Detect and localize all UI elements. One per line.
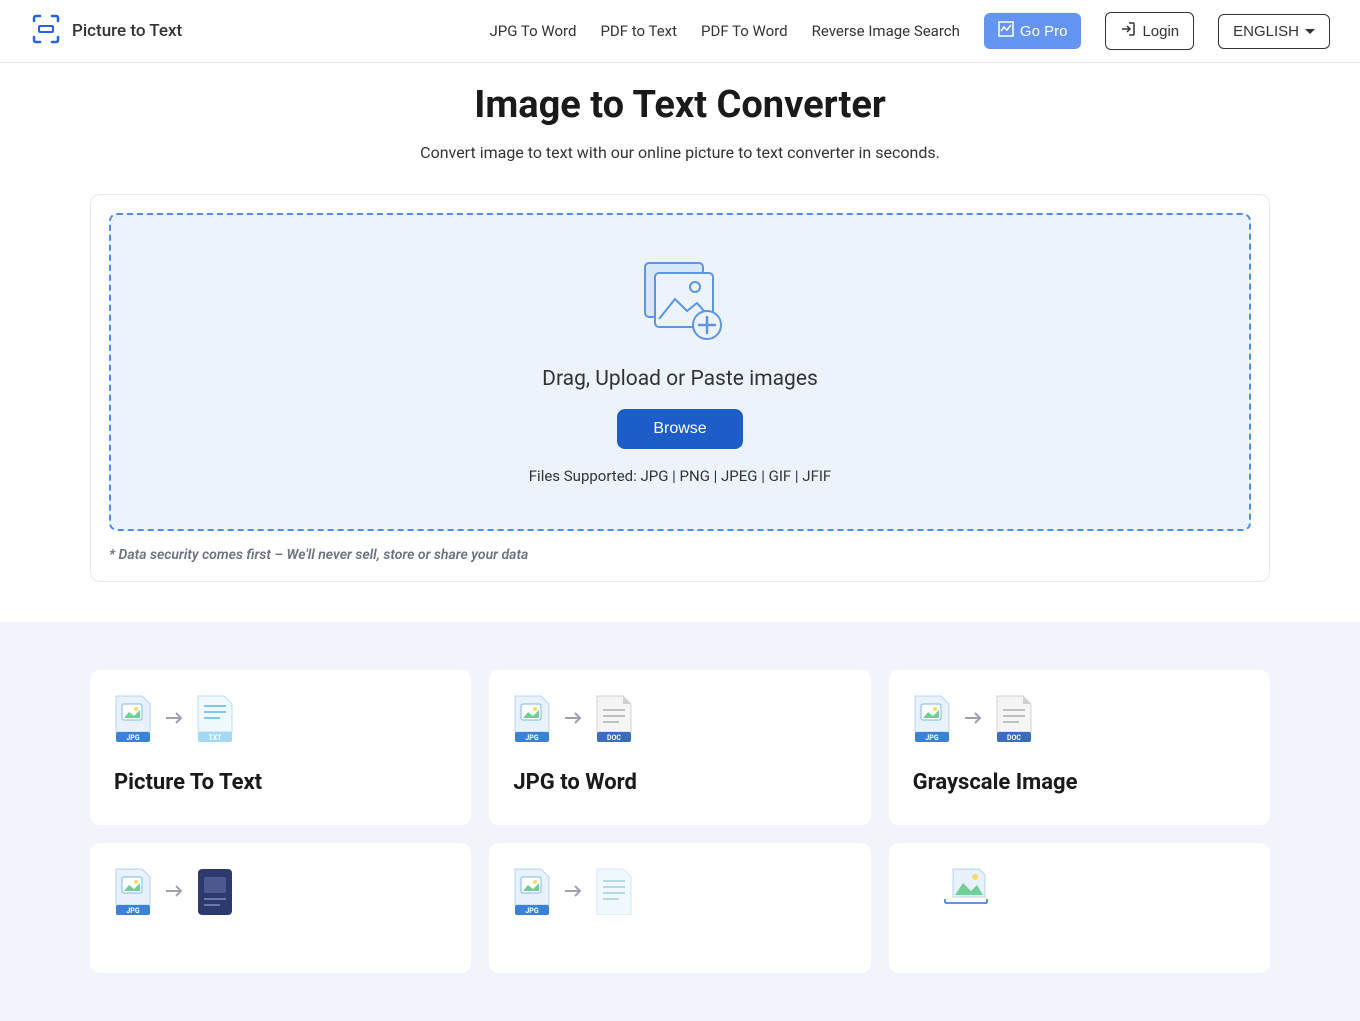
image-scene-icon bbox=[943, 867, 989, 913]
jpg-file-icon: JPG bbox=[513, 694, 551, 746]
tool-card-grayscale-image[interactable]: JPG DOC bbox=[889, 670, 1270, 825]
nav-right: JPG To Word PDF to Text PDF To Word Reve… bbox=[490, 12, 1331, 50]
svg-text:JPG: JPG bbox=[526, 734, 539, 742]
jpg-file-icon: JPG bbox=[114, 867, 152, 919]
arrow-right-icon bbox=[563, 710, 583, 730]
tool-title: JPG to Word bbox=[513, 770, 846, 795]
arrow-right-icon bbox=[563, 883, 583, 903]
svg-text:DOC: DOC bbox=[1007, 734, 1021, 742]
svg-text:TXT: TXT bbox=[208, 734, 222, 742]
svg-text:JPG: JPG bbox=[526, 907, 539, 915]
chart-icon bbox=[998, 21, 1014, 41]
tool-card-5[interactable]: JPG bbox=[489, 843, 870, 973]
header: Picture to Text JPG To Word PDF to Text … bbox=[0, 0, 1360, 63]
arrow-right-icon bbox=[963, 710, 983, 730]
nav-link-reverse-image-search[interactable]: Reverse Image Search bbox=[812, 22, 960, 40]
logo-text: Picture to Text bbox=[72, 21, 182, 41]
tool-title: Picture To Text bbox=[114, 770, 447, 795]
logo[interactable]: Picture to Text bbox=[30, 13, 182, 49]
doc-file-icon: DOC bbox=[995, 694, 1033, 746]
security-note: * Data security comes first – We'll neve… bbox=[109, 547, 1251, 563]
page-subtitle: Convert image to text with our online pi… bbox=[90, 143, 1270, 162]
tool-card-4[interactable]: JPG bbox=[90, 843, 471, 973]
tool-card-jpg-to-word[interactable]: JPG DOC bbox=[489, 670, 870, 825]
tool-icon-row bbox=[913, 867, 1246, 913]
upload-image-icon bbox=[131, 259, 1229, 347]
txt-file-icon: TXT bbox=[196, 694, 234, 746]
language-button[interactable]: ENGLISH bbox=[1218, 14, 1330, 49]
arrow-right-icon bbox=[164, 710, 184, 730]
svg-text:JPG: JPG bbox=[925, 734, 938, 742]
chevron-down-icon bbox=[1305, 29, 1315, 34]
dropzone-title: Drag, Upload or Paste images bbox=[131, 367, 1229, 391]
tool-icon-row: JPG TXT bbox=[114, 694, 447, 746]
svg-text:DOC: DOC bbox=[607, 734, 621, 742]
go-pro-button[interactable]: Go Pro bbox=[984, 13, 1082, 49]
tool-icon-row: JPG bbox=[114, 867, 447, 919]
login-icon bbox=[1120, 21, 1136, 41]
dropzone[interactable]: Drag, Upload or Paste images Browse File… bbox=[109, 213, 1251, 531]
nav-link-pdf-to-word[interactable]: PDF To Word bbox=[701, 22, 788, 40]
jpg-file-icon: JPG bbox=[114, 694, 152, 746]
tool-card-6[interactable] bbox=[889, 843, 1270, 973]
logo-icon bbox=[30, 13, 62, 49]
svg-text:JPG: JPG bbox=[126, 734, 139, 742]
tool-icon-row: JPG bbox=[513, 867, 846, 919]
supported-formats: Files Supported: JPG | PNG | JPEG | GIF … bbox=[131, 467, 1229, 485]
tool-icon-row: JPG DOC bbox=[513, 694, 846, 746]
tool-card-picture-to-text[interactable]: JPG TXT Picture To Te bbox=[90, 670, 471, 825]
inverted-file-icon bbox=[196, 867, 234, 919]
arrow-right-icon bbox=[164, 883, 184, 903]
upload-card: Drag, Upload or Paste images Browse File… bbox=[90, 194, 1270, 582]
text-file-icon bbox=[595, 867, 633, 919]
nav-link-pdf-to-text[interactable]: PDF to Text bbox=[600, 22, 677, 40]
tools-grid: JPG TXT Picture To Te bbox=[90, 670, 1270, 973]
page-title: Image to Text Converter bbox=[90, 83, 1270, 127]
browse-button[interactable]: Browse bbox=[617, 409, 742, 449]
login-button[interactable]: Login bbox=[1105, 12, 1194, 50]
main-content: Image to Text Converter Convert image to… bbox=[0, 63, 1360, 622]
svg-text:JPG: JPG bbox=[126, 907, 139, 915]
nav-link-jpg-to-word[interactable]: JPG To Word bbox=[490, 22, 577, 40]
jpg-file-icon: JPG bbox=[513, 867, 551, 919]
jpg-file-icon: JPG bbox=[913, 694, 951, 746]
tools-section: JPG TXT Picture To Te bbox=[0, 622, 1360, 1021]
tool-icon-row: JPG DOC bbox=[913, 694, 1246, 746]
doc-file-icon: DOC bbox=[595, 694, 633, 746]
tool-title: Grayscale Image bbox=[913, 770, 1246, 795]
